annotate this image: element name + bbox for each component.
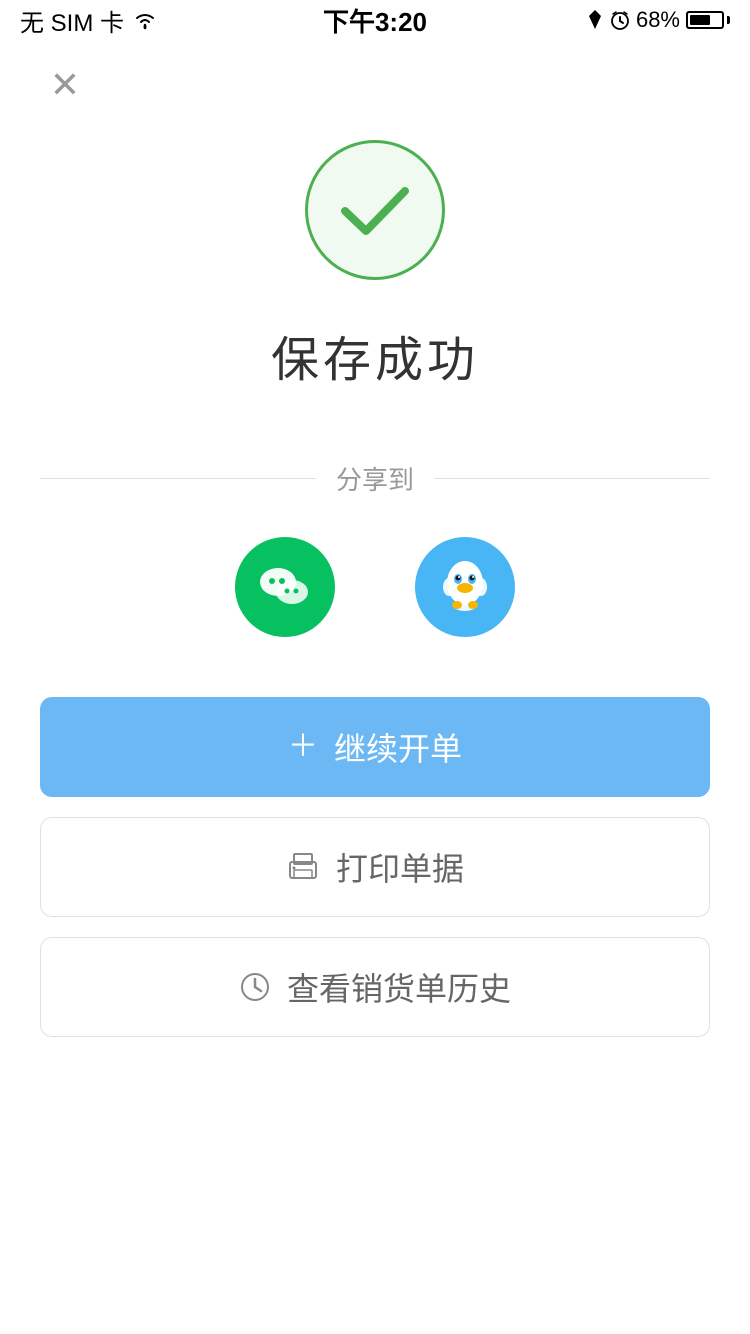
share-section: 分享到 xyxy=(0,430,750,677)
status-right: 68% xyxy=(586,7,730,33)
qq-icon xyxy=(435,555,495,620)
battery-percent: 68% xyxy=(636,7,680,33)
history-button[interactable]: 查看销货单历史 xyxy=(40,937,710,1037)
wechat-icon xyxy=(255,560,315,615)
carrier-text: 无 SIM 卡 xyxy=(20,3,124,38)
close-button[interactable]: ✕ xyxy=(40,60,90,110)
share-divider: 分享到 xyxy=(0,460,750,497)
alarm-icon xyxy=(610,10,630,30)
status-bar: 无 SIM 卡 下午3:20 68% xyxy=(0,0,750,40)
wechat-share-button[interactable] xyxy=(235,537,335,637)
status-time: 下午3:20 xyxy=(323,2,427,39)
print-label: 打印单据 xyxy=(336,844,464,890)
wifi-icon xyxy=(132,10,158,30)
continue-label: 继续开单 xyxy=(334,724,462,770)
success-circle xyxy=(305,140,445,280)
plus-icon: ＋ xyxy=(288,732,318,762)
action-buttons: ＋ 继续开单 打印单据 xyxy=(0,677,750,1037)
divider-left xyxy=(40,478,316,479)
continue-button[interactable]: ＋ 继续开单 xyxy=(40,697,710,797)
success-title: 保存成功 xyxy=(271,320,479,390)
share-icons xyxy=(0,537,750,637)
close-icon: ✕ xyxy=(50,67,80,103)
print-button[interactable]: 打印单据 xyxy=(40,817,710,917)
location-icon xyxy=(586,9,604,31)
main-content: 保存成功 分享到 xyxy=(0,40,750,1037)
checkmark-icon xyxy=(340,183,410,238)
success-section: 保存成功 xyxy=(0,60,750,430)
history-icon xyxy=(239,971,271,1003)
battery-icon xyxy=(686,11,730,29)
print-icon xyxy=(286,852,320,882)
qq-share-button[interactable] xyxy=(415,537,515,637)
share-label: 分享到 xyxy=(316,460,434,497)
status-left: 无 SIM 卡 xyxy=(20,3,158,38)
divider-right xyxy=(434,478,710,479)
history-label: 查看销货单历史 xyxy=(287,964,511,1010)
